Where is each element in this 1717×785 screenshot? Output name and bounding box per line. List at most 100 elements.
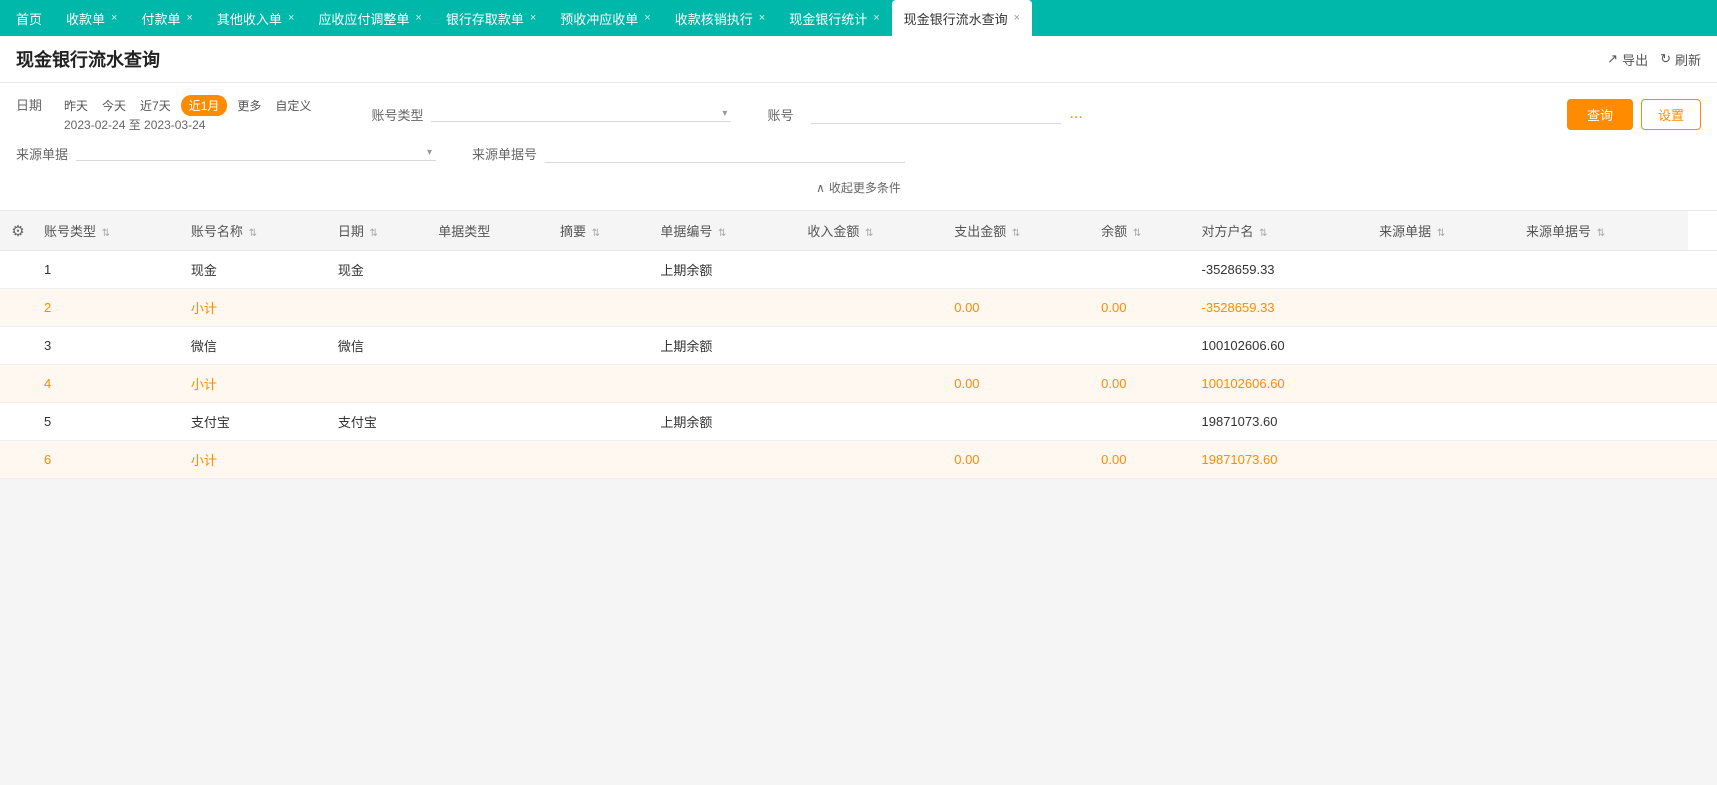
- account-type-label: 账号类型: [371, 105, 423, 124]
- account-filter-group: 账号 ...: [767, 104, 1086, 124]
- td-num: 3: [36, 327, 183, 365]
- table-container: ⚙ 账号类型 ⇅ 账号名称 ⇅ 日期 ⇅ 单据类型 摘要: [0, 211, 1717, 479]
- th-source-doc-no[interactable]: 来源单据号 ⇅: [1518, 211, 1688, 251]
- account-type-filter-group: 账号类型 ▾: [371, 105, 731, 124]
- date-filter-group: 日期 昨天 今天 近7天 近1月 更多 自定义 2023-02-24 至 202…: [16, 95, 315, 133]
- close-stats-icon[interactable]: ×: [873, 12, 879, 24]
- th-doc-no[interactable]: 单据编号 ⇅: [652, 211, 799, 251]
- td-account-name: [330, 289, 430, 327]
- date-1month[interactable]: 近1月: [181, 95, 228, 116]
- nav-receipt[interactable]: 收款单 ×: [54, 0, 129, 36]
- export-button[interactable]: ↗ 导出: [1607, 50, 1648, 69]
- td-account-name: 支付宝: [330, 403, 430, 441]
- td-source-doc: [1518, 403, 1688, 441]
- source-doc-no-input[interactable]: [545, 143, 905, 163]
- source-doc-filter-group: 来源单据 ▾: [16, 144, 436, 163]
- td-date: [430, 441, 552, 479]
- td-gear: [0, 289, 36, 327]
- query-button[interactable]: 查询: [1567, 99, 1633, 130]
- td-expense: 0.00: [1093, 441, 1193, 479]
- th-summary[interactable]: 摘要 ⇅: [552, 211, 652, 251]
- td-doc-no: [799, 365, 946, 403]
- table-row: 2小计0.000.00-3528659.33: [0, 289, 1717, 327]
- td-summary: 上期余额: [652, 327, 799, 365]
- td-gear: [0, 251, 36, 289]
- td-summary: 上期余额: [652, 251, 799, 289]
- nav-adjustment[interactable]: 应收应付调整单 ×: [306, 0, 433, 36]
- td-account-name: 微信: [330, 327, 430, 365]
- td-income: [946, 251, 1093, 289]
- collapse-label: 收起更多条件: [829, 179, 901, 196]
- account-dots-button[interactable]: ...: [1069, 105, 1082, 123]
- collapse-bar[interactable]: ∧ 收起更多条件: [16, 173, 1701, 202]
- sort-account-name-icon: ⇅: [249, 228, 257, 239]
- account-input[interactable]: [811, 104, 1061, 124]
- td-num: 1: [36, 251, 183, 289]
- td-balance: -3528659.33: [1194, 251, 1372, 289]
- td-date: [430, 403, 552, 441]
- page-title: 现金银行流水查询: [16, 46, 160, 72]
- td-source-doc-no: [1688, 289, 1717, 327]
- sort-balance-icon: ⇅: [1133, 228, 1141, 239]
- close-bank-deposit-icon[interactable]: ×: [530, 12, 536, 24]
- close-flow-query-icon[interactable]: ×: [1014, 12, 1020, 24]
- close-adjustment-icon[interactable]: ×: [415, 12, 421, 24]
- th-balance[interactable]: 余额 ⇅: [1093, 211, 1193, 251]
- th-account-name[interactable]: 账号名称 ⇅: [183, 211, 330, 251]
- th-counterpart[interactable]: 对方户名 ⇅: [1194, 211, 1372, 251]
- td-balance: 19871073.60: [1194, 441, 1372, 479]
- close-verify-icon[interactable]: ×: [759, 12, 765, 24]
- td-balance: -3528659.33: [1194, 289, 1372, 327]
- td-gear: [0, 441, 36, 479]
- th-date[interactable]: 日期 ⇅: [330, 211, 430, 251]
- th-source-doc[interactable]: 来源单据 ⇅: [1371, 211, 1518, 251]
- nav-bank-deposit[interactable]: 银行存取款单 ×: [434, 0, 548, 36]
- close-receipt-icon[interactable]: ×: [111, 12, 117, 24]
- td-date: [430, 251, 552, 289]
- close-payment-icon[interactable]: ×: [186, 12, 192, 24]
- refresh-button[interactable]: ↻ 刷新: [1660, 50, 1701, 69]
- nav-stats[interactable]: 现金银行统计 ×: [777, 0, 891, 36]
- td-date: [430, 365, 552, 403]
- td-account-type: 小计: [183, 289, 330, 327]
- td-source-doc-no: [1688, 251, 1717, 289]
- account-type-select[interactable]: ▾: [431, 106, 731, 122]
- date-today[interactable]: 今天: [98, 95, 130, 116]
- nav-home[interactable]: 首页: [4, 0, 54, 36]
- table-header-row: ⚙ 账号类型 ⇅ 账号名称 ⇅ 日期 ⇅ 单据类型 摘要: [0, 211, 1717, 251]
- date-custom[interactable]: 自定义: [271, 95, 315, 116]
- nav-other-income[interactable]: 其他收入单 ×: [205, 0, 306, 36]
- sort-summary-icon: ⇅: [592, 228, 600, 239]
- th-income[interactable]: 收入金额 ⇅: [799, 211, 946, 251]
- table-row: 3微信微信上期余额100102606.60: [0, 327, 1717, 365]
- td-summary: [652, 365, 799, 403]
- td-doc-no: [799, 403, 946, 441]
- td-expense: 0.00: [1093, 365, 1193, 403]
- th-account-type[interactable]: 账号类型 ⇅: [36, 211, 183, 251]
- nav-prepay[interactable]: 预收冲应收单 ×: [548, 0, 662, 36]
- nav-payment[interactable]: 付款单 ×: [129, 0, 204, 36]
- sort-expense-icon: ⇅: [1012, 228, 1020, 239]
- td-account-type: 现金: [183, 251, 330, 289]
- td-doc-no: [799, 327, 946, 365]
- date-yesterday[interactable]: 昨天: [60, 95, 92, 116]
- data-table: ⚙ 账号类型 ⇅ 账号名称 ⇅ 日期 ⇅ 单据类型 摘要: [0, 211, 1717, 479]
- td-summary: [652, 289, 799, 327]
- setting-button[interactable]: 设置: [1641, 99, 1701, 130]
- th-expense[interactable]: 支出金额 ⇅: [946, 211, 1093, 251]
- filter-area: 日期 昨天 今天 近7天 近1月 更多 自定义 2023-02-24 至 202…: [0, 83, 1717, 211]
- td-num: 5: [36, 403, 183, 441]
- nav-flow-query[interactable]: 现金银行流水查询 ×: [892, 0, 1032, 36]
- source-doc-select[interactable]: ▾: [76, 145, 436, 161]
- close-prepay-icon[interactable]: ×: [644, 12, 650, 24]
- date-more[interactable]: 更多: [233, 95, 265, 116]
- gear-icon[interactable]: ⚙: [11, 223, 24, 240]
- nav-verify[interactable]: 收款核销执行 ×: [663, 0, 777, 36]
- td-gear: [0, 403, 36, 441]
- close-other-income-icon[interactable]: ×: [288, 12, 294, 24]
- td-gear: [0, 327, 36, 365]
- refresh-icon: ↻: [1660, 51, 1671, 67]
- td-account-name: 现金: [330, 251, 430, 289]
- date-7days[interactable]: 近7天: [136, 95, 175, 116]
- td-account-type: 微信: [183, 327, 330, 365]
